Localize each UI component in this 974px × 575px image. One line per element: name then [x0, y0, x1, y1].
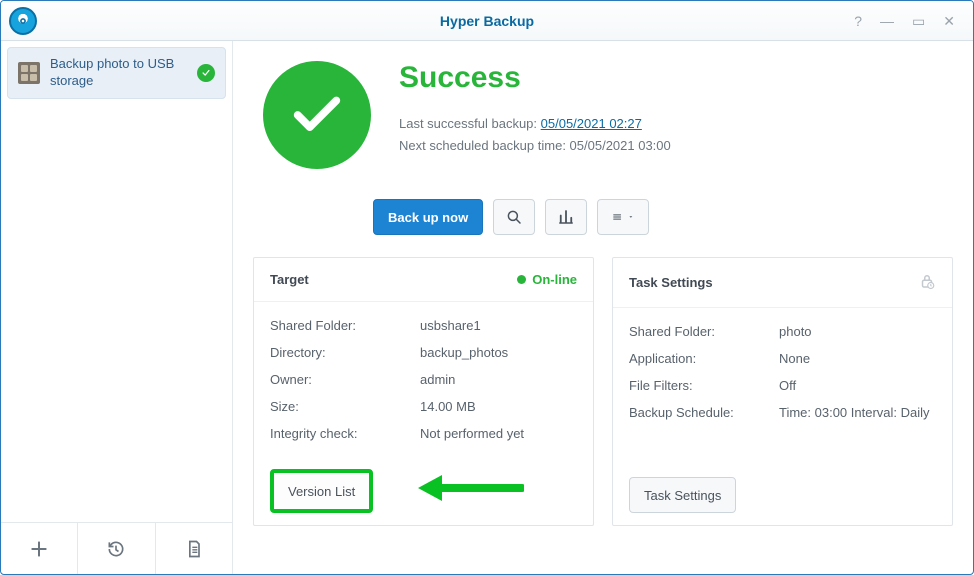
kv-row: Directory:backup_photos — [270, 339, 577, 366]
last-backup-label: Last successful backup: — [399, 116, 541, 131]
maximize-icon[interactable]: ▭ — [912, 14, 925, 28]
log-button[interactable] — [156, 523, 232, 574]
k: Owner: — [270, 372, 420, 387]
k: Integrity check: — [270, 426, 420, 441]
menu-icon — [612, 208, 622, 226]
k: Size: — [270, 399, 420, 414]
target-panel-foot: Version List — [254, 457, 593, 525]
v: Off — [779, 378, 936, 393]
kv-row: Size:14.00 MB — [270, 393, 577, 420]
task-label: Backup photo to USB storage — [50, 56, 187, 90]
v: admin — [420, 372, 577, 387]
task-list: Backup photo to USB storage — [1, 41, 232, 522]
chevron-down-icon — [628, 212, 634, 222]
content: Success Last successful backup: 05/05/20… — [233, 41, 973, 574]
sidebar: Backup photo to USB storage — [1, 41, 233, 574]
k: Shared Folder: — [629, 324, 779, 339]
next-backup-value: 05/05/2021 03:00 — [570, 138, 671, 153]
kv-row: Integrity check:Not performed yet — [270, 420, 577, 447]
v: None — [779, 351, 936, 366]
settings-title: Task Settings — [629, 275, 713, 290]
add-task-button[interactable] — [1, 523, 78, 574]
history-icon — [106, 539, 126, 559]
search-icon — [505, 208, 523, 226]
kv-row: Application:None — [629, 345, 936, 372]
success-icon — [263, 61, 371, 169]
k: File Filters: — [629, 378, 779, 393]
kv-row: File Filters:Off — [629, 372, 936, 399]
restore-button[interactable] — [78, 523, 155, 574]
status-text: Success Last successful backup: 05/05/20… — [399, 61, 671, 169]
v: Not performed yet — [420, 426, 577, 441]
document-icon — [184, 539, 204, 559]
kv-row: Backup Schedule:Time: 03:00 Interval: Da… — [629, 399, 936, 426]
task-settings-button[interactable]: Task Settings — [629, 477, 736, 513]
online-dot-icon — [517, 275, 526, 284]
last-backup-line: Last successful backup: 05/05/2021 02:27 — [399, 113, 671, 135]
more-menu-button[interactable] — [597, 199, 649, 235]
settings-panel-foot: Task Settings — [613, 465, 952, 525]
target-panel-head: Target On-line — [254, 258, 593, 302]
last-backup-link[interactable]: 05/05/2021 02:27 — [541, 116, 642, 131]
backup-now-button[interactable]: Back up now — [373, 199, 483, 235]
status-hero: Success Last successful backup: 05/05/20… — [253, 51, 953, 193]
annotation-arrow-icon — [414, 471, 524, 508]
k: Directory: — [270, 345, 420, 360]
window-controls: ? — ▭ ✕ — [854, 14, 973, 28]
help-icon[interactable]: ? — [854, 14, 862, 28]
close-icon[interactable]: ✕ — [943, 14, 955, 28]
titlebar: Hyper Backup ? — ▭ ✕ — [1, 1, 973, 41]
kv-row: Shared Folder:usbshare1 — [270, 312, 577, 339]
statistics-button[interactable] — [545, 199, 587, 235]
version-list-button[interactable]: Version List — [274, 473, 369, 509]
v: Time: 03:00 Interval: Daily — [779, 405, 936, 420]
v: photo — [779, 324, 936, 339]
kv-row: Shared Folder:photo — [629, 318, 936, 345]
target-panel-body: Shared Folder:usbshare1 Directory:backup… — [254, 302, 593, 457]
settings-panel-body: Shared Folder:photo Application:None Fil… — [613, 308, 952, 465]
k: Application: — [629, 351, 779, 366]
k: Shared Folder: — [270, 318, 420, 333]
online-status: On-line — [532, 272, 577, 287]
app-window: Hyper Backup ? — ▭ ✕ Backup photo to USB… — [0, 0, 974, 575]
app-title: Hyper Backup — [1, 13, 973, 29]
calendar-icon — [18, 62, 40, 84]
panels: Target On-line Shared Folder:usbshare1 D… — [253, 257, 953, 526]
target-panel: Target On-line Shared Folder:usbshare1 D… — [253, 257, 594, 526]
settings-panel: Task Settings Shared Folder:photo Applic… — [612, 257, 953, 526]
task-item[interactable]: Backup photo to USB storage — [7, 47, 226, 99]
sidebar-toolbar — [1, 522, 232, 574]
k: Backup Schedule: — [629, 405, 779, 420]
next-backup-line: Next scheduled backup time: 05/05/2021 0… — [399, 135, 671, 157]
kv-row: Owner:admin — [270, 366, 577, 393]
explorer-button[interactable] — [493, 199, 535, 235]
settings-panel-head: Task Settings — [613, 258, 952, 308]
success-badge-icon — [197, 64, 215, 82]
v: 14.00 MB — [420, 399, 577, 414]
plus-icon — [29, 539, 49, 559]
body: Backup photo to USB storage — [1, 41, 973, 574]
target-title: Target — [270, 272, 309, 287]
minimize-icon[interactable]: — — [880, 14, 894, 28]
bar-chart-icon — [557, 208, 575, 226]
v: usbshare1 — [420, 318, 577, 333]
next-backup-label: Next scheduled backup time: — [399, 138, 570, 153]
action-row: Back up now — [373, 199, 953, 235]
lock-icon[interactable] — [918, 272, 936, 293]
status-title: Success — [399, 61, 671, 95]
app-icon — [9, 7, 37, 35]
version-list-highlight: Version List — [270, 469, 373, 513]
v: backup_photos — [420, 345, 577, 360]
